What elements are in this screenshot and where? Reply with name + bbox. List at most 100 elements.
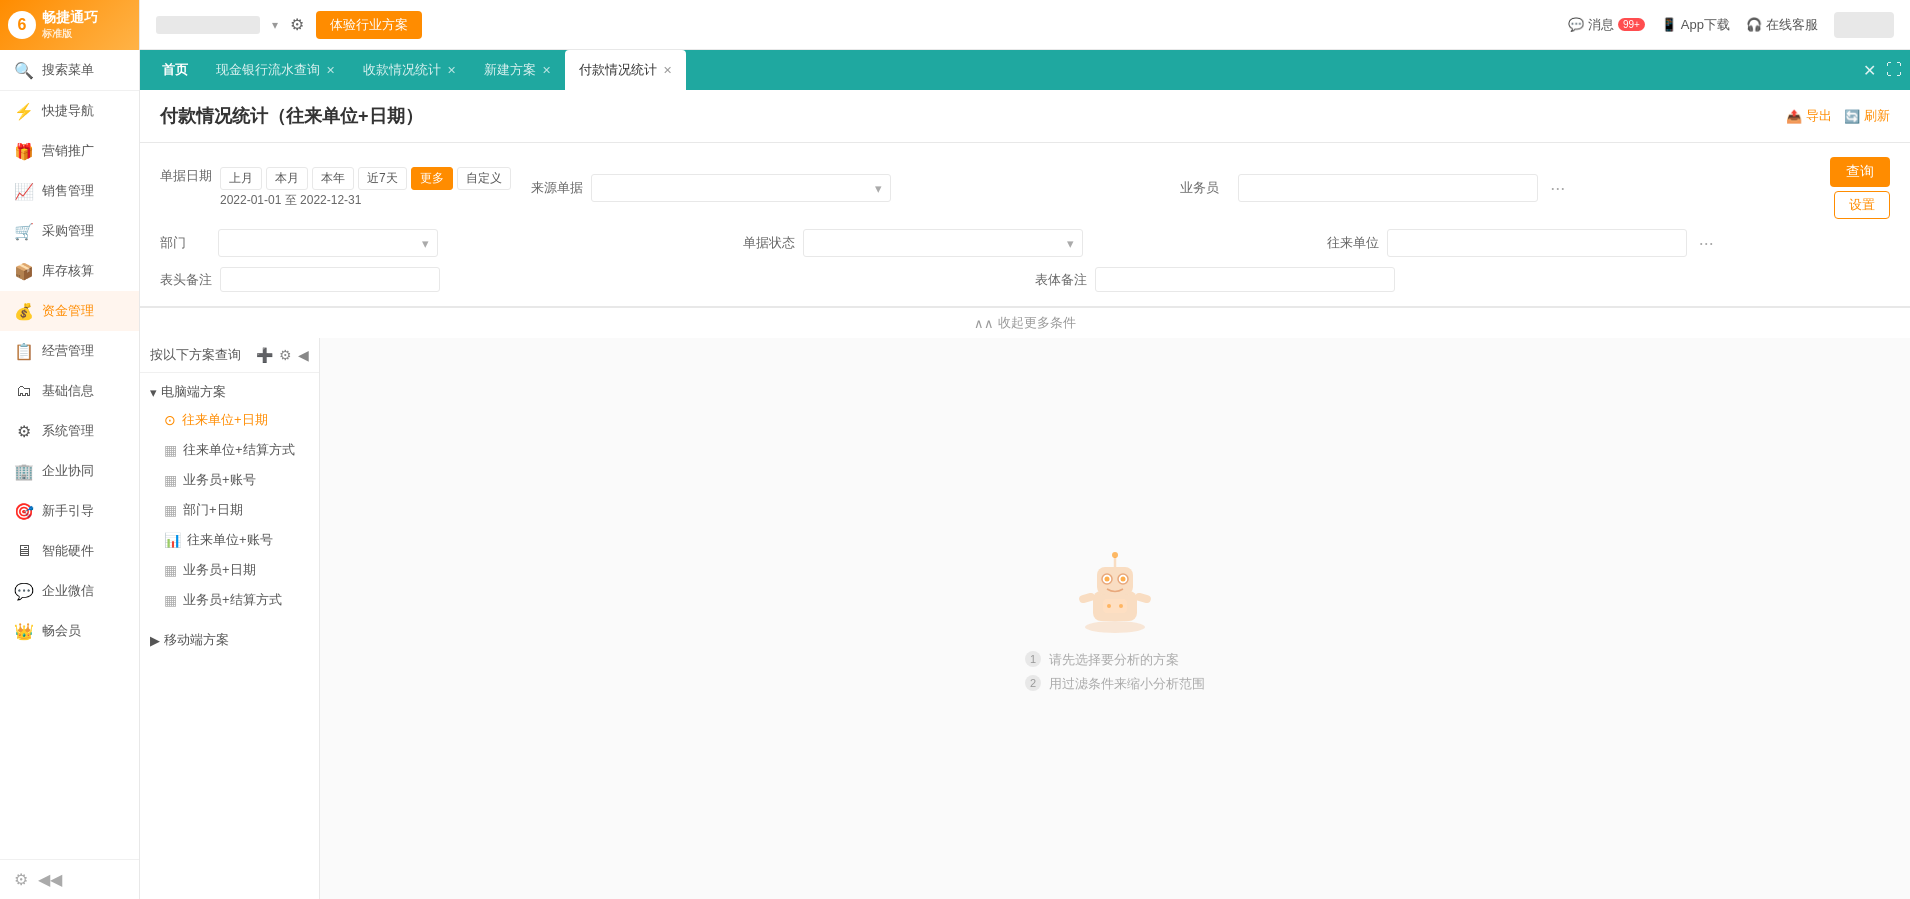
sidebar-item-hardware[interactable]: 🖥 智能硬件 (0, 531, 139, 571)
svg-point-12 (1107, 604, 1111, 608)
partner-dots-btn[interactable]: ··· (1699, 233, 1714, 254)
scheme-panel: 按以下方案查询 ➕ ⚙ ◀ ▾ 电脑端方案 ⊙ 往来单位+日期 (140, 338, 320, 899)
sidebar-footer: ⚙ ◀◀ (0, 859, 139, 899)
app-logo: 6 畅捷通巧 标准版 (0, 0, 139, 50)
close-all-tabs-btn[interactable]: ✕ (1863, 61, 1876, 80)
scheme-active-icon: ⊙ (164, 412, 176, 428)
logo-icon: 6 (8, 11, 36, 39)
sidebar-item-inventory[interactable]: 📦 库存核算 (0, 251, 139, 291)
sidebar-nav: ⚡ 快捷导航 🎁 营销推广 📈 销售管理 🛒 采购管理 📦 库存核算 💰 资金管… (0, 91, 139, 859)
sidebar-item-sales[interactable]: 📈 销售管理 (0, 171, 139, 211)
trial-btn[interactable]: 体验行业方案 (316, 11, 422, 39)
date-btn-last-month[interactable]: 上月 (220, 167, 262, 190)
purchase-icon: 🛒 (14, 221, 34, 241)
add-scheme-btn[interactable]: ➕ (256, 347, 273, 363)
empty-illustration (1065, 539, 1165, 639)
filter-row-3: 表头备注 表体备注 (160, 267, 1890, 292)
tab-home[interactable]: 首页 (148, 50, 202, 90)
topbar-settings-icon[interactable]: ⚙ (290, 15, 304, 34)
scheme-item-salesperson-date[interactable]: ▦ 业务员+日期 (140, 555, 319, 585)
mobile-section-toggle[interactable]: ▶ 移动端方案 (140, 627, 319, 653)
sidebar-item-basic[interactable]: 🗂 基础信息 (0, 371, 139, 411)
salesperson-filter: 业务员 ··· (1180, 174, 1810, 202)
finance-icon: 💰 (14, 301, 34, 321)
hint-num-1: 1 (1025, 651, 1041, 667)
sidebar-item-marketing[interactable]: 🎁 营销推广 (0, 131, 139, 171)
sidebar-item-management[interactable]: 📋 经营管理 (0, 331, 139, 371)
tab-bank-close[interactable]: ✕ (326, 64, 335, 77)
page-content: 付款情况统计（往来单位+日期） 📤 导出 🔄 刷新 单据日期 (140, 90, 1910, 899)
breadcrumb: addr (156, 16, 260, 34)
basic-icon: 🗂 (14, 381, 34, 401)
collapse-scheme-btn[interactable]: ◀ (298, 347, 309, 363)
body-note-input[interactable] (1095, 267, 1395, 292)
header-note-input[interactable] (220, 267, 440, 292)
header-note-label: 表头备注 (160, 271, 212, 289)
collapse-conditions-btn[interactable]: ∧∧ 收起更多条件 (140, 307, 1910, 338)
sidebar-item-purchase[interactable]: 🛒 采购管理 (0, 211, 139, 251)
refresh-btn[interactable]: 🔄 刷新 (1844, 107, 1890, 125)
salesperson-dots-btn[interactable]: ··· (1550, 178, 1565, 199)
search-menu-item[interactable]: 🔍 搜索菜单 (0, 50, 139, 91)
desktop-section-toggle[interactable]: ▾ 电脑端方案 (140, 379, 319, 405)
refresh-icon: 🔄 (1844, 109, 1860, 124)
svg-point-13 (1119, 604, 1123, 608)
source-select[interactable]: ▾ (591, 174, 891, 202)
sidebar: 6 畅捷通巧 标准版 🔍 搜索菜单 ⚡ 快捷导航 🎁 营销推广 📈 销售管理 🛒… (0, 0, 140, 899)
scheme-item-partner-date[interactable]: ⊙ 往来单位+日期 (140, 405, 319, 435)
tab-new-scheme-close[interactable]: ✕ (542, 64, 551, 77)
desktop-schemes-section: ▾ 电脑端方案 ⊙ 往来单位+日期 ▦ 往来单位+结算方式 ▦ 业务员+账号 (140, 373, 319, 621)
export-btn[interactable]: 📤 导出 (1786, 107, 1832, 125)
date-btn-this-year[interactable]: 本年 (312, 167, 354, 190)
scheme-item-partner-settle[interactable]: ▦ 往来单位+结算方式 (140, 435, 319, 465)
tab-payment-stats-close[interactable]: ✕ (663, 64, 672, 77)
sidebar-item-finance[interactable]: 💰 资金管理 (0, 291, 139, 331)
tab-bank[interactable]: 现金银行流水查询 ✕ (202, 50, 349, 90)
topbar: addr ▾ ⚙ 体验行业方案 💬 消息 99+ 📱 App下载 🎧 在线客服 (140, 0, 1910, 50)
scheme-item-partner-account[interactable]: 📊 往来单位+账号 (140, 525, 319, 555)
scheme-icon-2: ▦ (164, 472, 177, 488)
date-btn-custom[interactable]: 自定义 (457, 167, 511, 190)
doc-status-select[interactable]: ▾ (803, 229, 1083, 257)
filter-area: 单据日期 上月 本月 本年 近7天 更多 自定义 2022-01-01 至 20… (140, 143, 1910, 307)
sidebar-item-member[interactable]: 👑 畅会员 (0, 611, 139, 651)
manage-scheme-btn[interactable]: ⚙ (279, 347, 292, 363)
sidebar-item-nav[interactable]: ⚡ 快捷导航 (0, 91, 139, 131)
scheme-item-dept-date[interactable]: ▦ 部门+日期 (140, 495, 319, 525)
notifications-btn[interactable]: 💬 消息 99+ (1568, 16, 1645, 34)
tab-new-scheme[interactable]: 新建方案 ✕ (470, 50, 565, 90)
date-btn-more[interactable]: 更多 (411, 167, 453, 190)
tab-income[interactable]: 收款情况统计 ✕ (349, 50, 470, 90)
date-btn-this-month[interactable]: 本月 (266, 167, 308, 190)
settings-btn[interactable]: 设置 (1834, 191, 1890, 219)
partner-select[interactable] (1387, 229, 1687, 257)
sidebar-item-guide[interactable]: 🎯 新手引导 (0, 491, 139, 531)
system-icon: ⚙ (14, 421, 34, 441)
app-download-btn[interactable]: 📱 App下载 (1661, 16, 1730, 34)
sidebar-item-system[interactable]: ⚙ 系统管理 (0, 411, 139, 451)
avatar[interactable] (1834, 12, 1894, 38)
collapse-sidebar-icon[interactable]: ◀◀ (38, 870, 62, 889)
dept-select[interactable]: ▾ (218, 229, 438, 257)
maximize-btn[interactable]: ⛶ (1886, 61, 1902, 79)
tab-income-close[interactable]: ✕ (447, 64, 456, 77)
date-range-display: 2022-01-01 至 2022-12-31 (220, 192, 511, 209)
export-icon: 📤 (1786, 109, 1802, 124)
mobile-section-label: 移动端方案 (164, 631, 229, 649)
filter-row-2: 部门 ▾ 单据状态 ▾ 往来单位 (160, 229, 1890, 257)
date-btn-7days[interactable]: 近7天 (358, 167, 407, 190)
settings-footer-icon[interactable]: ⚙ (14, 870, 28, 889)
svg-rect-11 (1103, 599, 1127, 613)
online-service-btn[interactable]: 🎧 在线客服 (1746, 16, 1818, 34)
tab-payment-stats[interactable]: 付款情况统计 ✕ (565, 50, 686, 90)
salesperson-select[interactable] (1238, 174, 1538, 202)
hint-item-1: 1 请先选择要分析的方案 (1025, 651, 1205, 669)
sidebar-item-enterprise[interactable]: 🏢 企业协同 (0, 451, 139, 491)
sidebar-item-weixin[interactable]: 💬 企业微信 (0, 571, 139, 611)
scheme-panel-title: 按以下方案查询 (150, 346, 241, 364)
query-btn[interactable]: 查询 (1830, 157, 1890, 187)
scheme-item-salesperson-settle[interactable]: ▦ 业务员+结算方式 (140, 585, 319, 615)
logo-text: 畅捷通巧 标准版 (42, 9, 98, 41)
hint-num-2: 2 (1025, 675, 1041, 691)
scheme-item-salesperson-account[interactable]: ▦ 业务员+账号 (140, 465, 319, 495)
